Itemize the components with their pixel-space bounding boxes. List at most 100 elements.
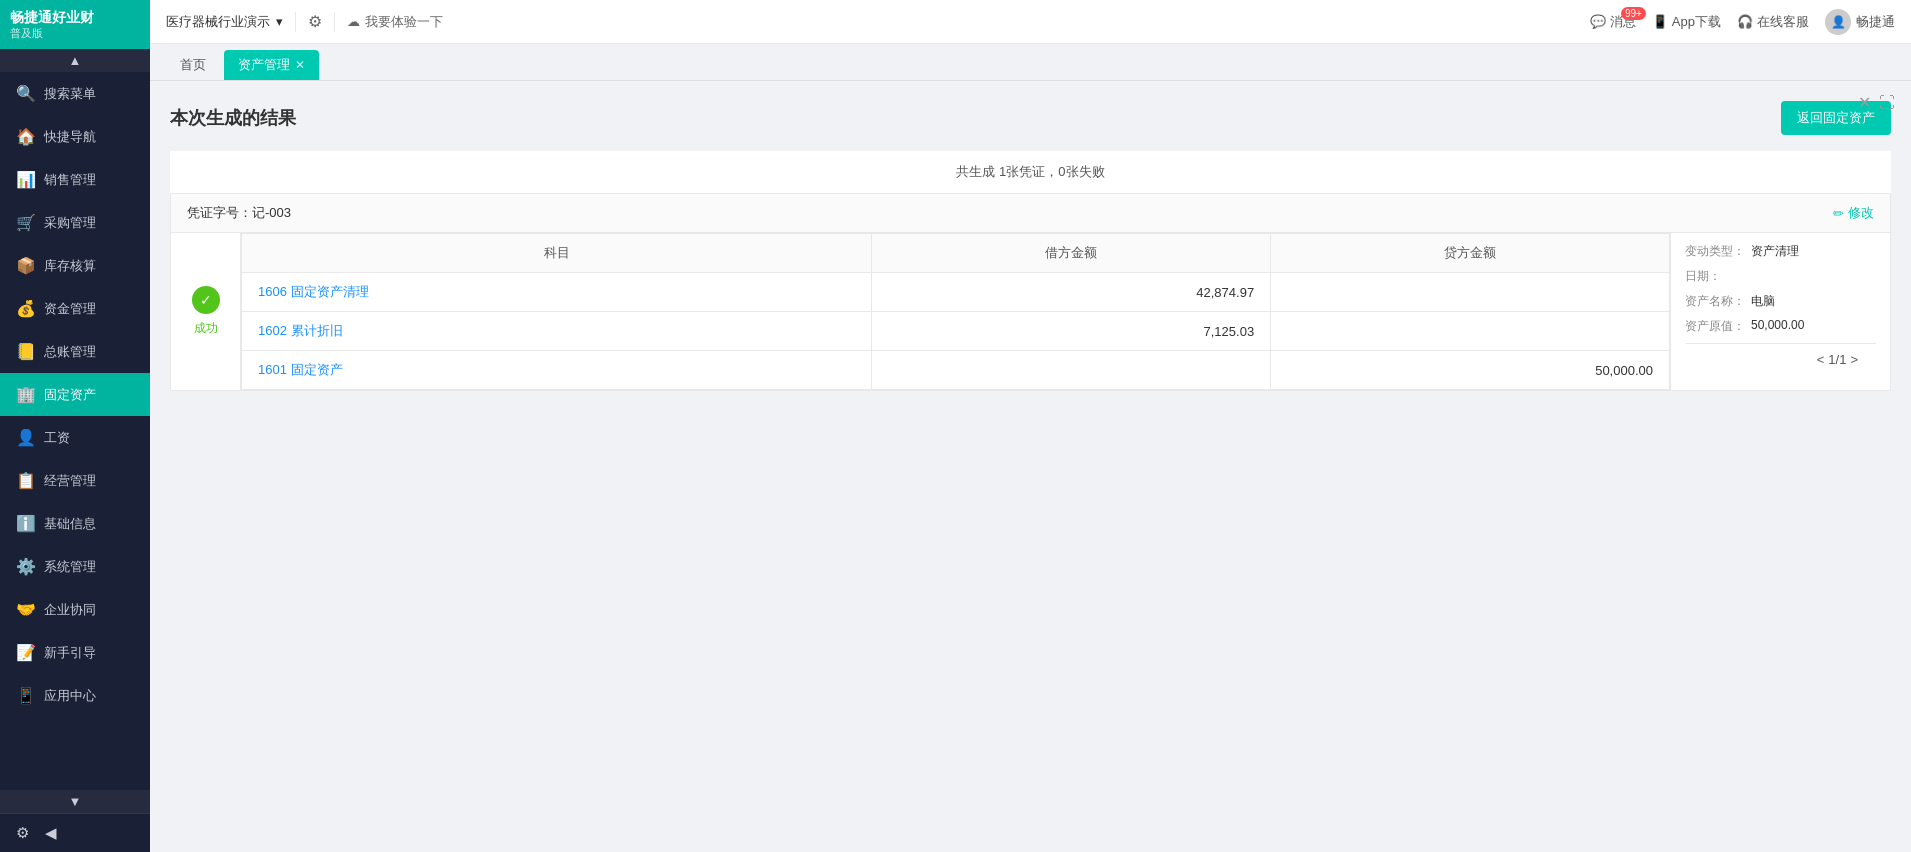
credit-cell [1271,273,1670,312]
sidebar-label-cooperation: 企业协同 [44,601,96,619]
debit-cell: 42,874.97 [872,273,1271,312]
change-type-label: 变动类型： [1685,243,1745,260]
online-service-button[interactable]: 🎧 在线客服 [1737,13,1809,31]
sidebar-label-quick-nav: 快捷导航 [44,128,96,146]
edit-icon: ✏ [1833,206,1844,221]
sidebar-label-finance: 资金管理 [44,300,96,318]
sidebar-item-app-center[interactable]: 📱 应用中心 [0,674,150,717]
info-original-value: 资产原值： 50,000.00 [1685,318,1876,335]
expand-panel-button[interactable]: ⛶ [1879,93,1895,112]
sidebar-label-inventory: 库存核算 [44,257,96,275]
tab-asset-mgmt-label: 资产管理 [238,56,290,74]
sidebar-label-sales: 销售管理 [44,171,96,189]
page-title-row: 本次生成的结果 返回固定资产 [170,101,1891,135]
app-download-label: App下载 [1672,13,1721,31]
sidebar-label-app-center: 应用中心 [44,687,96,705]
sidebar-scroll-up[interactable]: ▲ [0,49,150,72]
checkmark-icon: ✓ [200,292,212,308]
sidebar-item-quick-nav[interactable]: 🏠 快捷导航 [0,115,150,158]
sidebar-item-inventory[interactable]: 📦库存核算 [0,244,150,287]
sidebar-item-system[interactable]: ⚙️ 系统管理 [0,545,150,588]
pagination-prev[interactable]: < [1813,352,1829,367]
collapse-icon[interactable]: ◀ [45,824,57,842]
col-credit: 贷方金额 [1271,234,1670,273]
guide-icon: 📝 [16,643,36,662]
credit-cell: 50,000.00 [1271,351,1670,390]
sidebar-label-guide: 新手引导 [44,644,96,662]
basic-info-icon: ℹ️ [16,514,36,533]
subject-cell: 1606 固定资产清理 [242,273,872,312]
voucher-table: 科目 借方金额 贷方金额 1606 固定资产清理 42,874.97 1602 … [241,233,1670,390]
col-debit: 借方金额 [872,234,1271,273]
voucher-info-panel: 变动类型： 资产清理 日期： 资产名称： 电脑 资产原值： 50,000.00 [1670,233,1890,390]
payroll-icon: 👤 [16,428,36,447]
info-asset-name: 资产名称： 电脑 [1685,293,1876,310]
sidebar-label-system: 系统管理 [44,558,96,576]
status-check-icon: ✓ [192,286,220,314]
table-row: 1602 累计折旧 7,125.03 [242,312,1670,351]
date-label: 日期： [1685,268,1721,285]
voucher-header: 凭证字号：记-003 ✏ 修改 [171,194,1890,233]
debit-cell [872,351,1271,390]
messages-button[interactable]: 💬 消息 99+ [1590,13,1636,31]
tab-home[interactable]: 首页 [166,50,220,80]
app-logo-subtitle: 普及版 [10,26,43,41]
sidebar-item-guide[interactable]: 📝 新手引导 [0,631,150,674]
sidebar-item-operations[interactable]: 📋经营管理 [0,459,150,502]
sidebar-item-cooperation[interactable]: 🤝企业协同 [0,588,150,631]
edit-voucher-button[interactable]: ✏ 修改 [1833,204,1874,222]
close-panel-button[interactable]: ✕ [1858,93,1871,112]
tab-asset-mgmt-close[interactable]: ✕ [295,58,305,72]
sidebar-item-search[interactable]: 🔍搜索菜单 [0,72,150,115]
pagination-next[interactable]: > [1846,352,1862,367]
col-subject: 科目 [242,234,872,273]
sidebar-item-purchase[interactable]: 🛒采购管理 [0,201,150,244]
pagination: < 1/1 > [1685,343,1876,375]
avatar: 👤 [1825,9,1851,35]
sidebar-item-ledger[interactable]: 📒总账管理 [0,330,150,373]
experience-link[interactable]: ☁ 我要体验一下 [347,13,443,31]
finance-icon: 💰 [16,299,36,318]
asset-name-value: 电脑 [1751,293,1775,310]
info-date: 日期： [1685,268,1876,285]
pagination-current: 1/1 [1828,352,1846,367]
avatar-icon: 👤 [1831,15,1846,29]
page-content: ✕ ⛶ 本次生成的结果 返回固定资产 共生成 1张凭证，0张失败 凭证字号：记-… [150,81,1911,852]
page-title: 本次生成的结果 [170,106,296,130]
sidebar-item-fixed-assets[interactable]: 🏢固定资产 [0,373,150,416]
sidebar: 畅捷通好业财 普及版 ▲ 🔍搜索菜单🏠快捷导航📊销售管理🛒采购管理📦库存核算💰资… [0,0,150,852]
sidebar-label-operations: 经营管理 [44,472,96,490]
subject-cell: 1602 累计折旧 [242,312,872,351]
service-icon: 🎧 [1737,14,1753,29]
tab-asset-mgmt[interactable]: 资产管理 ✕ [224,50,319,80]
topbar-right: 💬 消息 99+ 📱 App下载 🎧 在线客服 👤 畅捷通 [1590,9,1895,35]
main-content: 医疗器械行业演示 ▾ ⚙ ☁ 我要体验一下 💬 消息 99+ 📱 App下载 🎧… [150,0,1911,852]
voucher-number: 凭证字号：记-003 [187,204,291,222]
settings-icon[interactable]: ⚙ [16,824,29,842]
topbar-divider1 [295,12,296,32]
sidebar-item-finance[interactable]: 💰 资金管理 [0,287,150,330]
quick-nav-icon: 🏠 [16,127,36,146]
change-type-value: 资产清理 [1751,243,1799,260]
summary-text: 共生成 1张凭证，0张失败 [956,164,1104,179]
sidebar-item-payroll[interactable]: 👤工资 [0,416,150,459]
topbar: 医疗器械行业演示 ▾ ⚙ ☁ 我要体验一下 💬 消息 99+ 📱 App下载 🎧… [150,0,1911,44]
subject-cell: 1601 固定资产 [242,351,872,390]
user-menu[interactable]: 👤 畅捷通 [1825,9,1895,35]
experience-text: 我要体验一下 [365,13,443,31]
original-value-label: 资产原值： [1685,318,1745,335]
app-center-icon: 📱 [16,686,36,705]
company-name: 医疗器械行业演示 [166,13,270,31]
voucher-table-area: ✓ 成功 科目 借方金额 贷方金额 16 [171,233,1890,390]
purchase-icon: 🛒 [16,213,36,232]
sidebar-scroll-down[interactable]: ▼ [0,790,150,813]
tabbar: 首页 资产管理 ✕ [150,44,1911,81]
settings-gear-icon[interactable]: ⚙ [308,12,322,31]
company-selector[interactable]: 医疗器械行业演示 ▾ [166,13,283,31]
table-row: 1606 固定资产清理 42,874.97 [242,273,1670,312]
sidebar-item-sales[interactable]: 📊销售管理 [0,158,150,201]
app-download-button[interactable]: 📱 App下载 [1652,13,1721,31]
ledger-icon: 📒 [16,342,36,361]
system-icon: ⚙️ [16,557,36,576]
sidebar-item-basic-info[interactable]: ℹ️基础信息 [0,502,150,545]
